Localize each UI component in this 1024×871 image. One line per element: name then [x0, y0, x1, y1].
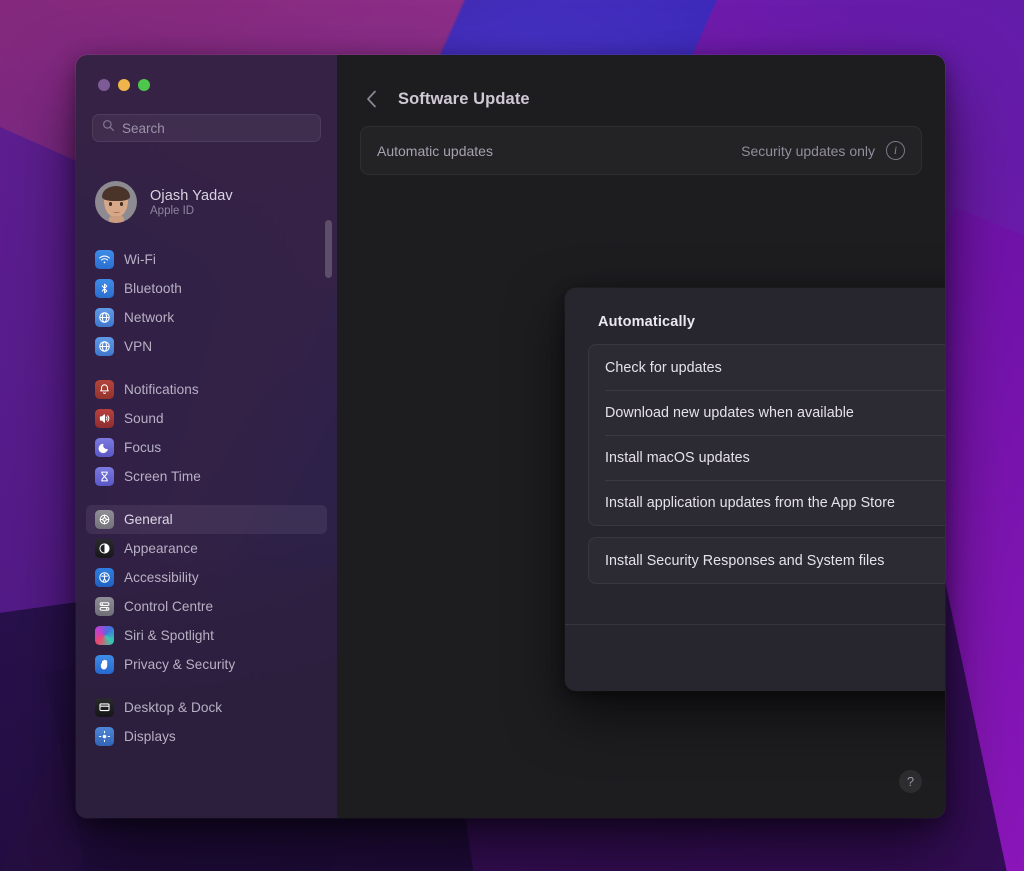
option-group: Check for updates Download new updates wh… — [588, 344, 945, 526]
desktop-wallpaper: Ojash Yadav Apple ID Wi-Fi Bluetooth Netwo… — [0, 0, 1024, 871]
hand-icon — [95, 655, 114, 674]
sidebar: Ojash Yadav Apple ID Wi-Fi Bluetooth Netwo… — [76, 55, 337, 818]
help-button[interactable]: ? — [899, 770, 922, 793]
sidebar-item-general[interactable]: General — [86, 505, 327, 534]
minimize-button[interactable] — [118, 79, 130, 91]
search-icon — [102, 119, 115, 137]
sidebar-item-focus[interactable]: Focus — [86, 433, 327, 462]
sidebar-group: Wi-Fi Bluetooth Network VPN — [76, 245, 337, 361]
sidebar-group: General Appearance Accessibility Control Ce… — [76, 505, 337, 679]
page-title: Software Update — [398, 89, 530, 108]
search-input[interactable] — [122, 120, 311, 136]
option-row: Install application updates from the App… — [589, 480, 945, 525]
globe-icon — [95, 308, 114, 327]
sidebar-item-desktop-dock[interactable]: Desktop & Dock — [86, 693, 327, 722]
sidebar-item-label: Notifications — [124, 382, 199, 397]
sidebar-item-network[interactable]: Network — [86, 303, 327, 332]
sliders-icon — [95, 597, 114, 616]
sidebar-item-label: Focus — [124, 440, 162, 455]
close-button[interactable] — [98, 79, 110, 91]
sidebar-item-notifications[interactable]: Notifications — [86, 375, 327, 404]
automatic-updates-value: Security updates only — [741, 142, 875, 159]
option-label: Download new updates when available — [605, 404, 854, 421]
sidebar-item-label: Siri & Spotlight — [124, 628, 214, 643]
sidebar-item-apple-id[interactable]: Ojash Yadav Apple ID — [86, 173, 327, 231]
dialog-options: Check for updates Download new updates wh… — [565, 330, 945, 584]
appearance-icon — [95, 539, 114, 558]
search-field[interactable] — [92, 114, 321, 142]
sidebar-scrollbar-thumb[interactable] — [325, 220, 332, 278]
content-header: Software Update — [337, 55, 945, 117]
dialog-footer: Done — [565, 624, 945, 691]
speaker-icon — [95, 409, 114, 428]
sidebar-item-vpn[interactable]: VPN — [86, 332, 327, 361]
traffic-lights — [76, 55, 337, 91]
system-settings-window: Ojash Yadav Apple ID Wi-Fi Bluetooth Netwo… — [76, 55, 945, 818]
displays-icon — [95, 727, 114, 746]
sidebar-item-displays[interactable]: Displays — [86, 722, 327, 751]
info-icon[interactable]: i — [886, 141, 905, 160]
sidebar-item-screen-time[interactable]: Screen Time — [86, 462, 327, 491]
sidebar-item-label: Wi-Fi — [124, 252, 156, 267]
option-row: Install Security Responses and System fi… — [589, 538, 945, 583]
sidebar-item-label: Privacy & Security — [124, 657, 236, 672]
account-name: Ojash Yadav — [150, 187, 233, 204]
sidebar-item-label: Desktop & Dock — [124, 700, 223, 715]
gear-icon — [95, 510, 114, 529]
option-label: Install macOS updates — [605, 449, 750, 466]
sidebar-item-control-centre[interactable]: Control Centre — [86, 592, 327, 621]
option-label: Install application updates from the App… — [605, 494, 896, 511]
automatic-updates-label: Automatic updates — [377, 142, 493, 159]
wifi-icon — [95, 250, 114, 269]
option-row: Check for updates — [589, 345, 945, 390]
moon-icon — [95, 438, 114, 457]
account-subtitle: Apple ID — [150, 204, 195, 217]
sidebar-item-privacy-security[interactable]: Privacy & Security — [86, 650, 327, 679]
sidebar-item-appearance[interactable]: Appearance — [86, 534, 327, 563]
bell-icon — [95, 380, 114, 399]
content-pane: Software Update Automatic updates Securi… — [337, 55, 945, 818]
sidebar-item-label: Accessibility — [124, 570, 199, 585]
option-label: Install Security Responses and System fi… — [605, 552, 885, 569]
accessibility-icon — [95, 568, 114, 587]
sidebar-item-accessibility[interactable]: Accessibility — [86, 563, 327, 592]
option-group: Install Security Responses and System fi… — [588, 537, 945, 584]
sidebar-item-wi-fi[interactable]: Wi-Fi — [86, 245, 327, 274]
automatic-updates-row[interactable]: Automatic updates Security updates only … — [361, 127, 921, 174]
automatic-updates-card: Automatic updates Security updates only … — [360, 126, 922, 175]
bluetooth-icon — [95, 279, 114, 298]
sidebar-item-siri-spotlight[interactable]: Siri & Spotlight — [86, 621, 327, 650]
sidebar-item-label: VPN — [124, 339, 153, 354]
sidebar-item-label: Screen Time — [124, 469, 201, 484]
sidebar-item-label: Bluetooth — [124, 281, 182, 296]
sidebar-group: Desktop & Dock Displays — [76, 693, 337, 751]
sidebar-item-label: Control Centre — [124, 599, 214, 614]
vpn-globe-icon — [95, 337, 114, 356]
sidebar-item-label: Sound — [124, 411, 164, 426]
sidebar-item-label: Appearance — [124, 541, 198, 556]
sidebar-item-label: Displays — [124, 729, 176, 744]
sidebar-item-label: General — [124, 512, 173, 527]
option-row: Install macOS updates — [589, 435, 945, 480]
sidebar-item-sound[interactable]: Sound — [86, 404, 327, 433]
sidebar-group: Notifications Sound Focus Screen Time — [76, 375, 337, 491]
option-label: Check for updates — [605, 359, 722, 376]
hourglass-icon — [95, 467, 114, 486]
avatar — [95, 181, 137, 223]
dialog-title: Automatically — [598, 314, 696, 330]
zoom-button[interactable] — [138, 79, 150, 91]
sidebar-item-label: Network — [124, 310, 175, 325]
sidebar-item-bluetooth[interactable]: Bluetooth — [86, 274, 327, 303]
siri-icon — [95, 626, 114, 645]
automatically-dialog: Automatically Check for updates Download … — [565, 288, 945, 691]
option-row: Download new updates when available — [589, 390, 945, 435]
sidebar-scroll-area: Ojash Yadav Apple ID Wi-Fi Bluetooth Netwo… — [76, 167, 337, 818]
back-button[interactable] — [360, 88, 382, 110]
desktop-icon — [95, 698, 114, 717]
